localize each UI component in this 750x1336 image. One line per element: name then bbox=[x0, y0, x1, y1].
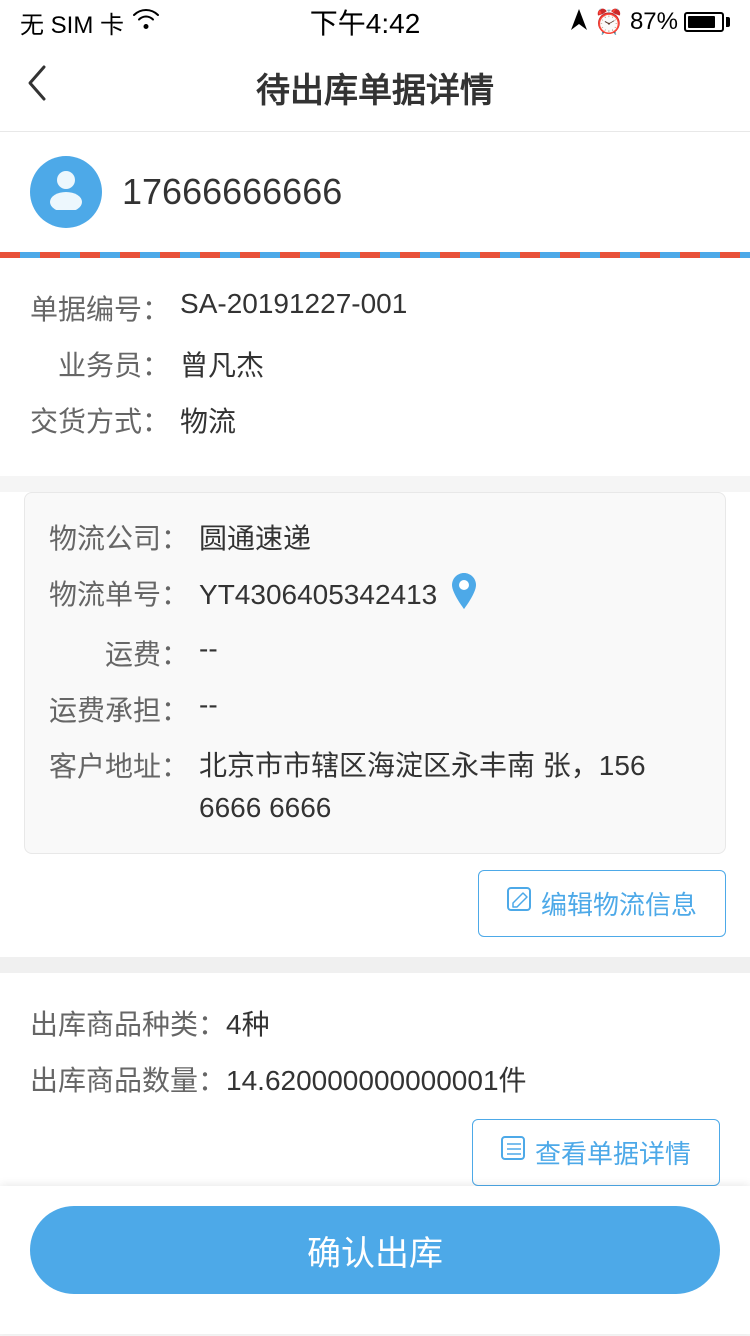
edit-logistics-row: 编辑物流信息 bbox=[0, 870, 750, 957]
view-detail-label: 查看单据详情 bbox=[535, 1134, 691, 1171]
customer-phone: 17666666666 bbox=[122, 171, 342, 213]
customer-section: 17666666666 bbox=[0, 132, 750, 252]
battery-icon bbox=[684, 12, 730, 32]
avatar-icon bbox=[43, 164, 89, 220]
content: 17666666666 单据编号： SA-20191227-001 业务员： 曾… bbox=[0, 132, 750, 1336]
address-value: 北京市市辖区海淀区永丰南 张，156 6666 6666 bbox=[199, 745, 701, 829]
salesman-label: 业务员： bbox=[30, 344, 170, 384]
freight-row: 运费： -- bbox=[49, 633, 701, 673]
view-detail-button[interactable]: 查看单据详情 bbox=[472, 1119, 720, 1186]
goods-types-row: 出库商品种类： 4种 bbox=[30, 1003, 720, 1043]
battery-text: 87% bbox=[630, 8, 678, 36]
status-left: 无 SIM 卡 bbox=[20, 5, 160, 40]
delivery-value: 物流 bbox=[180, 400, 720, 440]
carrier-text: 无 SIM 卡 bbox=[20, 5, 124, 40]
delivery-label: 交货方式： bbox=[30, 400, 170, 440]
goods-types-label: 出库商品种类： bbox=[30, 1003, 226, 1043]
freight-value: -- bbox=[199, 633, 701, 665]
back-button[interactable] bbox=[24, 63, 48, 112]
status-bar: 无 SIM 卡 下午4:42 ⏰ 87% bbox=[0, 0, 750, 44]
order-number-value: SA-20191227-001 bbox=[180, 288, 720, 320]
address-row: 客户地址： 北京市市辖区海淀区永丰南 张，156 6666 6666 bbox=[49, 745, 701, 829]
salesman-value: 曾凡杰 bbox=[180, 344, 720, 384]
page-title: 待出库单据详情 bbox=[256, 63, 494, 112]
edit-logistics-button[interactable]: 编辑物流信息 bbox=[478, 870, 726, 937]
location-status-icon bbox=[570, 8, 588, 37]
order-number-label: 单据编号： bbox=[30, 288, 170, 328]
detail-list-icon bbox=[501, 1136, 527, 1169]
logistics-tracking-label: 物流单号： bbox=[49, 573, 189, 613]
nav-bar: 待出库单据详情 bbox=[0, 44, 750, 132]
logistics-card: 物流公司： 圆通速递 物流单号： YT43064053424​13 运费： bbox=[24, 492, 726, 854]
freight-bear-row: 运费承担： -- bbox=[49, 689, 701, 729]
freight-label: 运费： bbox=[49, 633, 189, 673]
logistics-company-value: 圆通速递 bbox=[199, 517, 701, 557]
goods-quantity-value: 14.620000000000001件 bbox=[226, 1059, 527, 1099]
status-time: 下午4:42 bbox=[310, 2, 421, 42]
delivery-row: 交货方式： 物流 bbox=[30, 400, 720, 440]
goods-quantity-label: 出库商品数量： bbox=[30, 1059, 226, 1099]
status-right: ⏰ 87% bbox=[570, 8, 730, 37]
order-number-row: 单据编号： SA-20191227-001 bbox=[30, 288, 720, 328]
bottom-bar: 确认出库 bbox=[0, 1186, 750, 1334]
map-pin-icon[interactable] bbox=[449, 573, 479, 617]
edit-logistics-label: 编辑物流信息 bbox=[541, 885, 697, 922]
goods-section: 出库商品种类： 4种 出库商品数量： 14.620000000000001件 查… bbox=[0, 973, 750, 1216]
freight-bear-value: -- bbox=[199, 689, 701, 721]
logistics-tracking-row: 物流单号： YT43064053424​13 bbox=[49, 573, 701, 617]
logistics-company-row: 物流公司： 圆通速递 bbox=[49, 517, 701, 557]
salesman-row: 业务员： 曾凡杰 bbox=[30, 344, 720, 384]
address-label: 客户地址： bbox=[49, 745, 189, 785]
avatar bbox=[30, 156, 102, 228]
order-info-section: 单据编号： SA-20191227-001 业务员： 曾凡杰 交货方式： 物流 bbox=[0, 258, 750, 476]
wifi-icon bbox=[132, 8, 160, 37]
tracking-number: YT43064053424​13 bbox=[199, 579, 437, 611]
section-divider bbox=[0, 957, 750, 973]
goods-quantity-row: 出库商品数量： 14.620000000000001件 bbox=[30, 1059, 720, 1099]
freight-bear-label: 运费承担： bbox=[49, 689, 189, 729]
goods-action-row: 查看单据详情 bbox=[30, 1119, 720, 1186]
logistics-tracking-value: YT43064053424​13 bbox=[199, 573, 701, 617]
logistics-company-label: 物流公司： bbox=[49, 517, 189, 557]
confirm-label: 确认出库 bbox=[307, 1226, 443, 1275]
edit-icon bbox=[507, 887, 533, 920]
alarm-icon: ⏰ bbox=[594, 8, 624, 37]
confirm-button[interactable]: 确认出库 bbox=[30, 1206, 720, 1294]
goods-types-value: 4种 bbox=[226, 1003, 270, 1043]
